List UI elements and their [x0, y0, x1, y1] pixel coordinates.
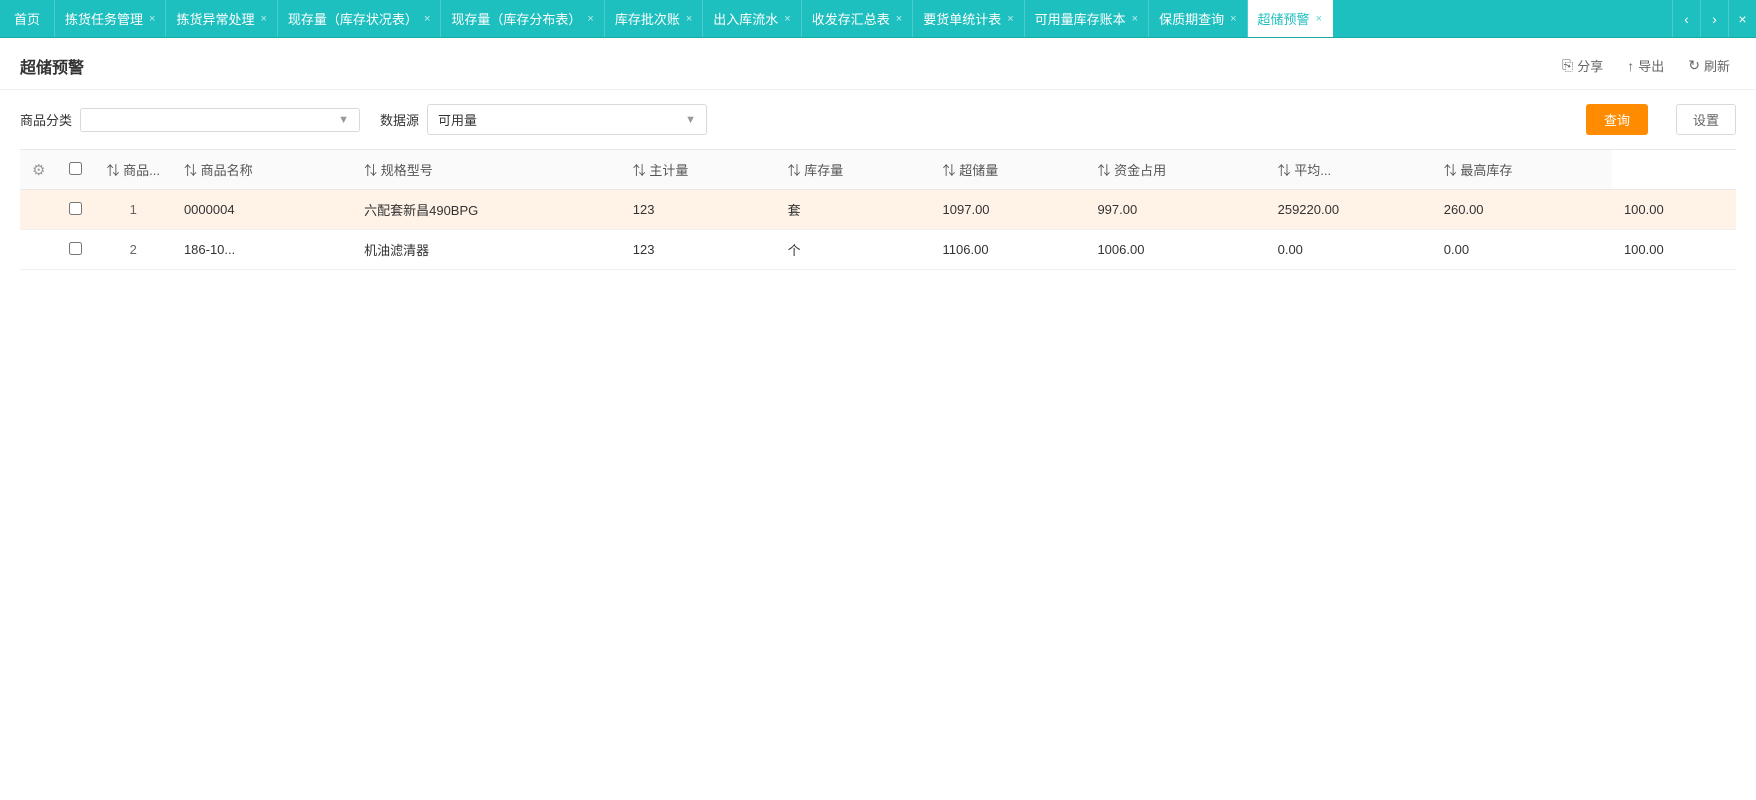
col-stock[interactable]: ⇅ 库存量 — [776, 150, 931, 190]
query-button[interactable]: 查询 — [1586, 104, 1648, 135]
cell-avg-price: 260.00 — [1432, 190, 1612, 230]
cell-spec: 123 — [621, 230, 776, 270]
cell-capital: 0.00 — [1266, 230, 1432, 270]
datasource-filter-group: 数据源 可用量 ▼ — [380, 104, 707, 135]
col-capital[interactable]: ⇅ 资金占用 — [1085, 150, 1265, 190]
close-icon-8[interactable]: × — [1132, 13, 1138, 25]
nav-item-0[interactable]: 拣货任务管理 × — [55, 0, 166, 38]
col-max-stock[interactable]: ⇅ 最高库存 — [1432, 150, 1612, 190]
close-icon-1[interactable]: × — [260, 13, 266, 25]
nav-item-3[interactable]: 现存量（库存分布表） × — [441, 0, 604, 38]
close-icon-3[interactable]: × — [587, 13, 593, 25]
page-title: 超储预警 — [20, 54, 84, 78]
cell-product-code: 186-10... — [172, 230, 352, 270]
col-avg-price[interactable]: ⇅ 平均... — [1266, 150, 1432, 190]
col-product-code[interactable]: ⇅ 商品... — [94, 150, 171, 190]
row-checkbox-1[interactable] — [69, 242, 82, 255]
top-navigation: 首页 拣货任务管理 × 拣货异常处理 × 现存量（库存状况表） × 现存量（库存… — [0, 0, 1756, 38]
home-tab[interactable]: 首页 — [0, 0, 55, 38]
row-checkbox-cell — [57, 190, 94, 230]
table-settings-icon[interactable]: ⚙ — [32, 162, 45, 179]
close-icon-7[interactable]: × — [1007, 13, 1013, 25]
close-icon-4[interactable]: × — [686, 13, 692, 25]
select-all-checkbox[interactable] — [69, 162, 82, 175]
cell-product-name: 机油滤清器 — [352, 230, 621, 270]
header-actions: ⎘ 分享 ↑ 导出 ↻ 刷新 — [1556, 52, 1736, 79]
cell-stock: 1097.00 — [931, 190, 1086, 230]
row-checkbox-cell — [57, 230, 94, 270]
col-settings: ⚙ — [20, 150, 57, 190]
row-number: 2 — [94, 230, 171, 270]
col-checkbox-all — [57, 150, 94, 190]
nav-item-5[interactable]: 出入库流水 × — [703, 0, 801, 38]
close-icon-2[interactable]: × — [424, 13, 430, 25]
export-button[interactable]: ↑ 导出 — [1621, 52, 1670, 79]
nav-item-4[interactable]: 库存批次账 × — [605, 0, 703, 38]
cell-unit: 套 — [776, 190, 931, 230]
cell-stock: 1106.00 — [931, 230, 1086, 270]
col-unit[interactable]: ⇅ 主计量 — [621, 150, 776, 190]
col-spec[interactable]: ⇅ 规格型号 — [352, 150, 621, 190]
category-label: 商品分类 — [20, 110, 72, 129]
row-number: 1 — [94, 190, 171, 230]
cell-capital: 259220.00 — [1266, 190, 1432, 230]
cell-overstock: 1006.00 — [1085, 230, 1265, 270]
table-row: 1 0000004 六配套新昌490BPG 123 套 1097.00 997.… — [20, 190, 1736, 230]
nav-item-9[interactable]: 保质期查询 × — [1149, 0, 1247, 38]
close-icon-9[interactable]: × — [1230, 13, 1236, 25]
cell-max-stock: 100.00 — [1612, 190, 1736, 230]
chevron-down-icon: ▼ — [338, 114, 349, 126]
nav-arrow-right[interactable]: › — [1700, 0, 1728, 38]
nav-item-2[interactable]: 现存量（库存状况表） × — [278, 0, 441, 38]
close-icon-10[interactable]: × — [1316, 13, 1322, 25]
refresh-button[interactable]: ↻ 刷新 — [1682, 52, 1736, 79]
cell-spec: 123 — [621, 190, 776, 230]
cell-product-name: 六配套新昌490BPG — [352, 190, 621, 230]
settings-button[interactable]: 设置 — [1676, 104, 1736, 135]
nav-item-8[interactable]: 可用量库存账本 × — [1025, 0, 1149, 38]
category-select[interactable]: ▼ — [80, 108, 360, 132]
share-button[interactable]: ⎘ 分享 — [1556, 52, 1609, 79]
share-icon: ⎘ — [1562, 57, 1573, 74]
row-settings-cell — [20, 230, 57, 270]
cell-avg-price: 0.00 — [1432, 230, 1612, 270]
datasource-label: 数据源 — [380, 110, 419, 129]
cell-unit: 个 — [776, 230, 931, 270]
cell-product-code: 0000004 — [172, 190, 352, 230]
close-icon-5[interactable]: × — [784, 13, 790, 25]
page-content: 超储预警 ⎘ 分享 ↑ 导出 ↻ 刷新 商品分类 ▼ 数据源 — [0, 38, 1756, 800]
export-icon: ↑ — [1627, 58, 1634, 74]
nav-arrow-close[interactable]: × — [1728, 0, 1756, 38]
filter-area: 商品分类 ▼ 数据源 可用量 ▼ 查询 设置 — [0, 90, 1756, 149]
data-table: ⚙ ⇅ 商品... ⇅ 商品名称 ⇅ 规格型号 — [20, 149, 1736, 270]
nav-item-1[interactable]: 拣货异常处理 × — [166, 0, 277, 38]
row-checkbox-0[interactable] — [69, 202, 82, 215]
category-filter-group: 商品分类 ▼ — [20, 108, 360, 132]
chevron-down-icon-2: ▼ — [685, 114, 696, 126]
datasource-select[interactable]: 可用量 ▼ — [427, 104, 707, 135]
table-container: ⚙ ⇅ 商品... ⇅ 商品名称 ⇅ 规格型号 — [0, 149, 1756, 270]
row-settings-cell — [20, 190, 57, 230]
table-row: 2 186-10... 机油滤清器 123 个 1106.00 1006.00 … — [20, 230, 1736, 270]
nav-arrow-group: ‹ › × — [1672, 0, 1756, 38]
cell-max-stock: 100.00 — [1612, 230, 1736, 270]
col-overstock[interactable]: ⇅ 超储量 — [931, 150, 1086, 190]
table-header-row: ⚙ ⇅ 商品... ⇅ 商品名称 ⇅ 规格型号 — [20, 150, 1736, 190]
page-header: 超储预警 ⎘ 分享 ↑ 导出 ↻ 刷新 — [0, 38, 1756, 90]
nav-item-7[interactable]: 要货单统计表 × — [913, 0, 1024, 38]
col-product-name[interactable]: ⇅ 商品名称 — [172, 150, 352, 190]
nav-arrow-left[interactable]: ‹ — [1672, 0, 1700, 38]
nav-item-6[interactable]: 收发存汇总表 × — [802, 0, 913, 38]
datasource-select-value: 可用量 — [438, 110, 477, 129]
close-icon-0[interactable]: × — [149, 13, 155, 25]
refresh-icon: ↻ — [1688, 57, 1700, 74]
close-icon-6[interactable]: × — [896, 13, 902, 25]
nav-item-10[interactable]: 超储预警 × — [1248, 0, 1333, 38]
cell-overstock: 997.00 — [1085, 190, 1265, 230]
